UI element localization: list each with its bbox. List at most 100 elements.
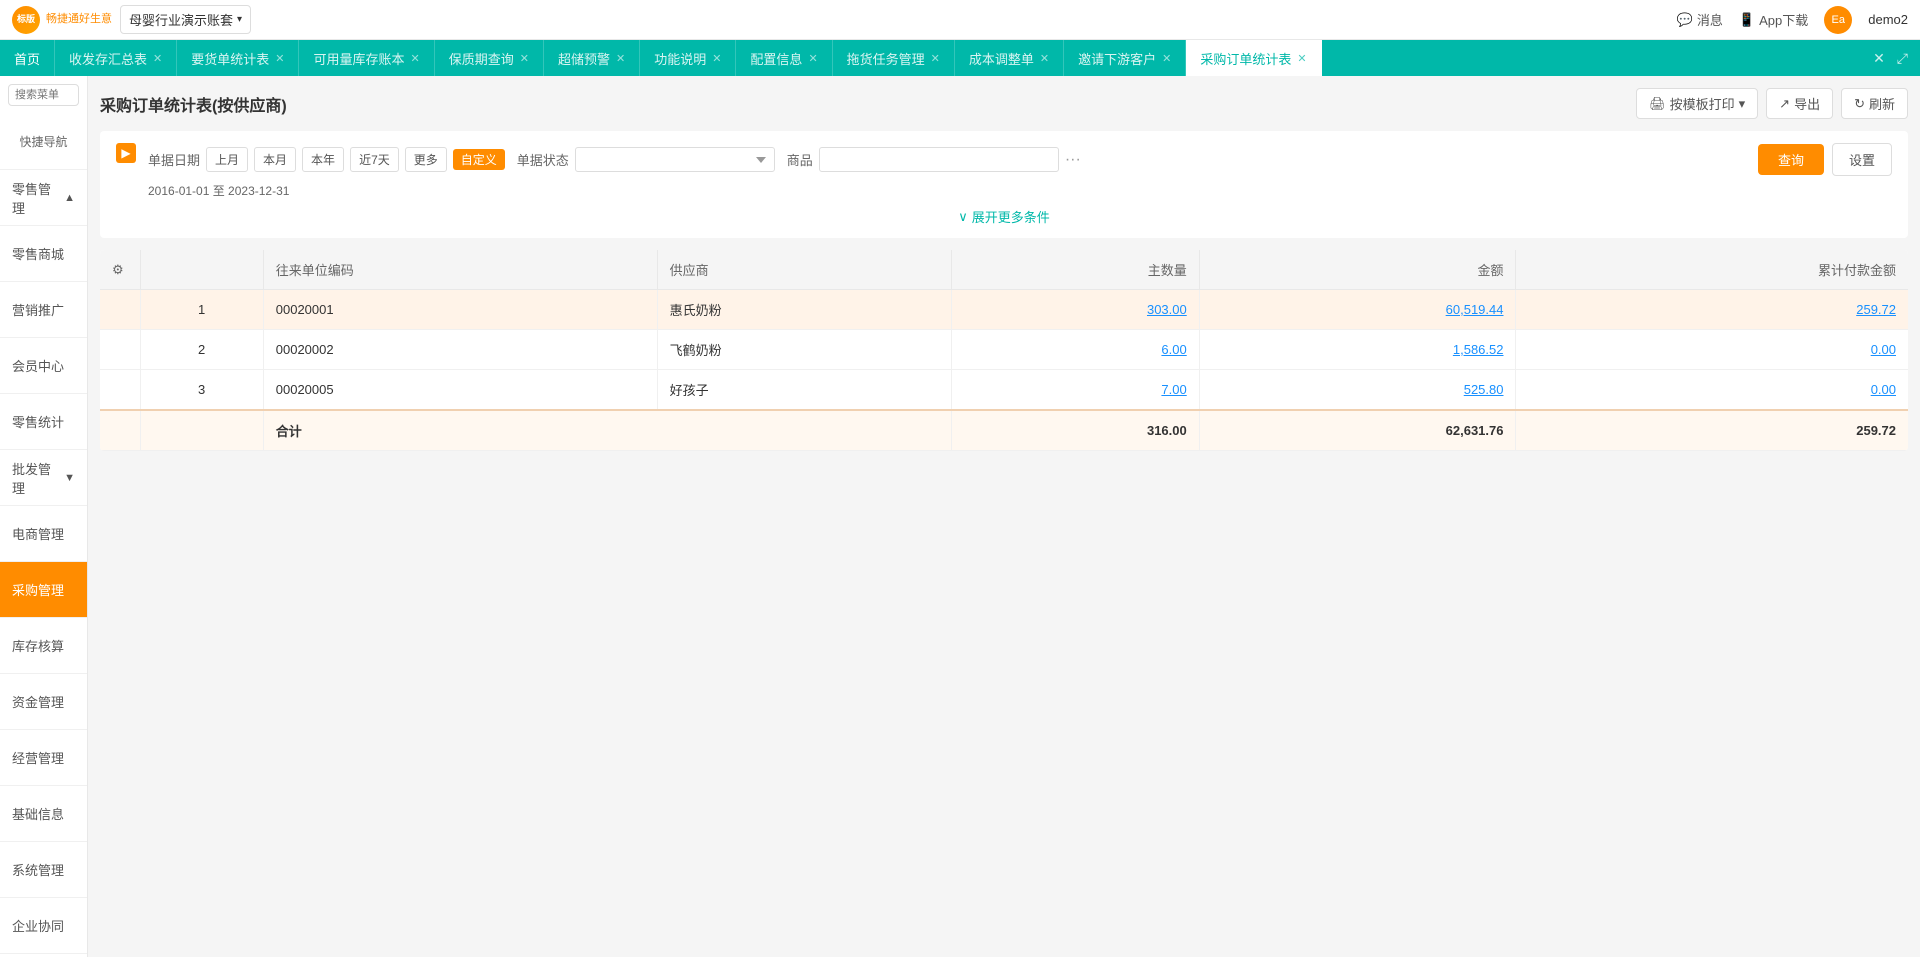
tab-yaohuo[interactable]: 要货单统计表 ✕ [177, 40, 299, 76]
th-gear[interactable]: ⚙ [100, 250, 140, 290]
sidebar-item-lingshao-tongji[interactable]: 零售统计 [0, 394, 87, 450]
export-label: 导出 [1794, 94, 1820, 113]
top-bar: 标版 畅捷通好生意 母婴行业演示账套 ▾ 💬 消息 📱 App下载 Ea dem… [0, 0, 1920, 40]
footer-empty2 [140, 410, 263, 451]
row-seq-0: 1 [140, 290, 263, 330]
export-icon: ↗ [1779, 96, 1790, 112]
tab-gongneng-close[interactable]: ✕ [712, 52, 721, 65]
sidebar-item-caigou-guanli[interactable]: 采购管理 [0, 562, 87, 618]
download-icon: 📱 [1739, 12, 1755, 28]
footer-qty: 316.00 [952, 410, 1200, 451]
tab-yaohuo-close[interactable]: ✕ [275, 52, 284, 65]
sidebar-item-jingying[interactable]: 经营管理 [0, 730, 87, 786]
footer-amount: 62,631.76 [1199, 410, 1516, 451]
template-print-label: 按模板打印 [1670, 94, 1735, 113]
expand-more-label: 展开更多条件 [972, 207, 1050, 226]
nav-expand-btn[interactable]: ⤢ [1893, 48, 1912, 69]
refresh-button[interactable]: ↻ 刷新 [1841, 88, 1908, 119]
sidebar: 快捷导航 零售管理 ▲ 零售商城 营销推广 会员中心 零售统计 批发管理 ▼ 电… [0, 76, 88, 957]
messages-label: 消息 [1697, 10, 1723, 29]
workspace-selector[interactable]: 母婴行业演示账套 ▾ [120, 5, 251, 34]
filter-toggle-arrow[interactable]: ▶ [116, 143, 136, 163]
date-btn-shang-yue[interactable]: 上月 [206, 147, 248, 172]
sidebar-item-xitong[interactable]: 系统管理 [0, 842, 87, 898]
table-footer-row: 合计 316.00 62,631.76 259.72 [100, 410, 1908, 451]
row-seq-1: 2 [140, 330, 263, 370]
nav-close-btn[interactable]: ✕ [1869, 48, 1889, 69]
tab-home[interactable]: 首页 [0, 40, 55, 76]
sidebar-item-lingshao[interactable]: 零售管理 ▲ [0, 170, 87, 226]
data-table: ⚙ 往来单位编码 供应商 主数量 金额 累计付款金额 1 00020001 惠氏… [100, 250, 1908, 451]
tab-chaochuyujing[interactable]: 超储预警 ✕ [544, 40, 640, 76]
tab-chengben-close[interactable]: ✕ [1040, 52, 1049, 65]
tab-baozhi-close[interactable]: ✕ [520, 52, 529, 65]
tab-tuo-close[interactable]: ✕ [931, 52, 940, 65]
sidebar-item-kucun[interactable]: 库存核算 [0, 618, 87, 674]
date-btn-ben-nian[interactable]: 本年 [302, 147, 344, 172]
sidebar-item-jichu[interactable]: 基础信息 [0, 786, 87, 842]
goods-input[interactable] [819, 147, 1059, 172]
sidebar-item-qiye[interactable]: 企业协同 [0, 898, 87, 954]
sidebar-item-zijin-label: 资金管理 [12, 692, 64, 711]
sidebar-item-pifa-label: 批发管理 [12, 459, 60, 497]
tab-baozhi[interactable]: 保质期查询 ✕ [435, 40, 544, 76]
tab-keyong[interactable]: 可用量库存账本 ✕ [299, 40, 434, 76]
row-amount-1: 1,586.52 [1199, 330, 1516, 370]
date-custom-badge[interactable]: 自定义 [453, 149, 505, 170]
tab-shoufahuiroll-label: 收发存汇总表 [69, 49, 147, 68]
sidebar-item-pifa[interactable]: 批发管理 ▼ [0, 450, 87, 506]
tab-chengben[interactable]: 成本调整单 ✕ [955, 40, 1064, 76]
row-paid-0: 259.72 [1516, 290, 1908, 330]
sidebar-item-shangcheng[interactable]: 零售商城 [0, 226, 87, 282]
tab-shoufahuiroll-close[interactable]: ✕ [153, 52, 162, 65]
page-header: 采购订单统计表(按供应商) 🖨 按模板打印 ▾ ↗ 导出 ↻ 刷新 [100, 88, 1908, 119]
query-button[interactable]: 查询 [1758, 144, 1824, 175]
th-code: 往来单位编码 [263, 250, 657, 290]
tab-gongneng[interactable]: 功能说明 ✕ [640, 40, 736, 76]
status-select[interactable] [575, 147, 775, 172]
sidebar-item-yingxiao-label: 营销推广 [12, 300, 64, 319]
settings-button[interactable]: 设置 [1832, 143, 1892, 176]
tab-caigou[interactable]: 采购订单统计表 ✕ [1186, 40, 1321, 76]
th-seq [140, 250, 263, 290]
top-bar-left: 标版 畅捷通好生意 母婴行业演示账套 ▾ [12, 5, 251, 34]
sidebar-item-yingxiao[interactable]: 营销推广 [0, 282, 87, 338]
row-supplier-1: 飞鹤奶粉 [657, 330, 951, 370]
tab-shoufahuiroll[interactable]: 收发存汇总表 ✕ [55, 40, 177, 76]
avatar-text: Ea [1832, 14, 1845, 26]
tab-chaochuyujing-close[interactable]: ✕ [616, 52, 625, 65]
tab-gongneng-label: 功能说明 [654, 49, 706, 68]
tab-keyong-close[interactable]: ✕ [411, 52, 420, 65]
tab-peizhi-close[interactable]: ✕ [808, 52, 817, 65]
app-download-label: App下载 [1759, 10, 1808, 29]
tab-tuo[interactable]: 拖货任务管理 ✕ [833, 40, 955, 76]
filter-status-item: 单据状态 [517, 147, 775, 172]
printer-icon: 🖨 [1649, 96, 1666, 112]
filter-row-1: 单据日期 上月 本月 本年 近7天 更多 自定义 [148, 143, 1892, 176]
date-btn-more[interactable]: 更多 [405, 147, 447, 172]
expand-more-toggle[interactable]: ∨ 展开更多条件 [958, 207, 1050, 226]
sidebar-item-jingying-label: 经营管理 [12, 748, 64, 767]
goods-more-dots[interactable]: ··· [1065, 151, 1081, 169]
tab-peizhi[interactable]: 配置信息 ✕ [736, 40, 832, 76]
sidebar-pifa-arrow: ▼ [64, 472, 75, 484]
app-download-button[interactable]: 📱 App下载 [1739, 10, 1808, 29]
row-gear-2 [100, 370, 140, 411]
sidebar-item-huiyuan[interactable]: 会员中心 [0, 338, 87, 394]
table-row: 2 00020002 飞鹤奶粉 6.00 1,586.52 0.00 [100, 330, 1908, 370]
tab-caigou-close[interactable]: ✕ [1297, 52, 1306, 65]
messages-button[interactable]: 💬 消息 [1677, 10, 1723, 29]
chevron-down-icon: ▾ [237, 14, 242, 25]
date-btn-ben-yue[interactable]: 本月 [254, 147, 296, 172]
sidebar-item-zijin[interactable]: 资金管理 [0, 674, 87, 730]
tab-yaoqing[interactable]: 邀请下游客户 ✕ [1064, 40, 1186, 76]
export-button[interactable]: ↗ 导出 [1766, 88, 1833, 119]
avatar[interactable]: Ea [1824, 6, 1852, 34]
tab-yaoqing-close[interactable]: ✕ [1162, 52, 1171, 65]
template-print-button[interactable]: 🖨 按模板打印 ▾ [1636, 88, 1758, 119]
header-actions: 🖨 按模板打印 ▾ ↗ 导出 ↻ 刷新 [1636, 88, 1908, 119]
sidebar-search-input[interactable] [8, 84, 79, 106]
sidebar-item-kuaijie[interactable]: 快捷导航 [0, 114, 87, 170]
date-btn-7days[interactable]: 近7天 [350, 147, 399, 172]
sidebar-item-dianshang[interactable]: 电商管理 [0, 506, 87, 562]
